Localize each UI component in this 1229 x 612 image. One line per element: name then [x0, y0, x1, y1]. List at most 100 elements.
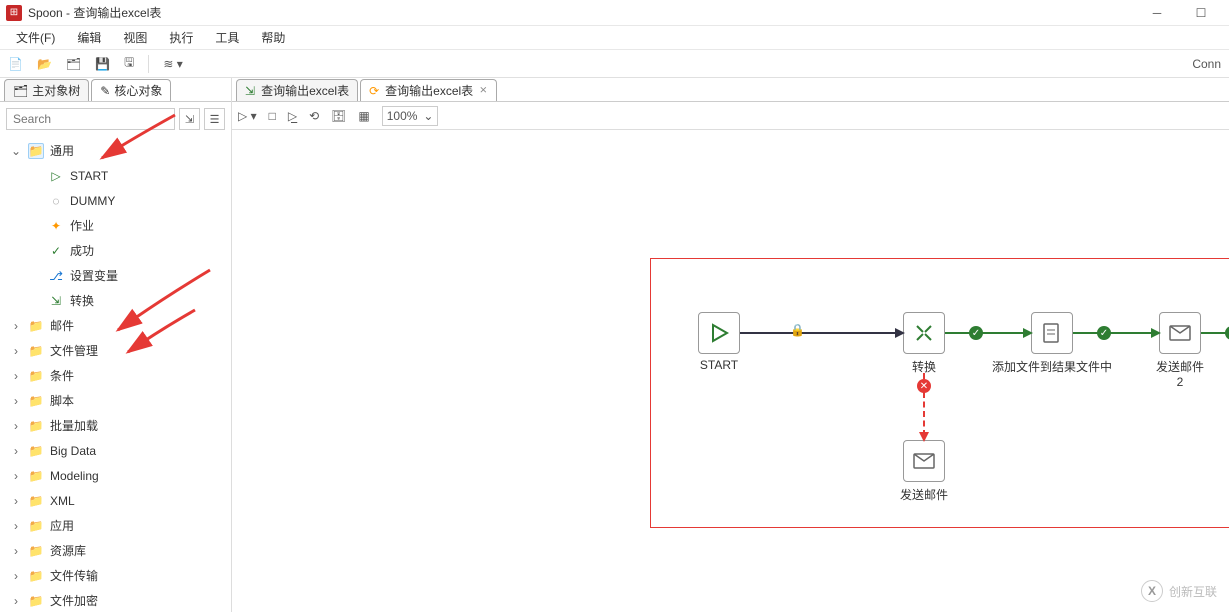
tree-item-success[interactable]: ✓ 成功 [0, 238, 231, 263]
tree-folder-general[interactable]: ⌄ 📁 通用 [0, 138, 231, 163]
tree-folder-mail[interactable]: ›📁邮件 [0, 313, 231, 338]
tree-item-transform[interactable]: ⇲ 转换 [0, 288, 231, 313]
tree-folder-bulk[interactable]: ›📁批量加载 [0, 413, 231, 438]
editor-toolbar: ▷ ▾ □ ▷̲ ⟲ 🗄 ▦ 100% ⌄ [232, 102, 1229, 130]
node-mail[interactable] [903, 440, 945, 482]
caret-down-icon: ⌄ [10, 144, 22, 158]
menu-tools[interactable]: 工具 [207, 27, 247, 48]
editor-area: ⇲ 查询输出excel表 ⟳ 查询输出excel表 ⨯ ▷ ▾ □ ▷̲ ⟲ 🗄… [232, 78, 1229, 612]
minimize-button[interactable]: ─ [1135, 2, 1179, 24]
document-icon [1042, 322, 1062, 344]
pencil-icon: ✎ [100, 84, 110, 98]
folder-icon: 📁 [28, 468, 44, 484]
stop-icon[interactable]: □ [269, 109, 276, 123]
tree-folder-cond[interactable]: ›📁条件 [0, 363, 231, 388]
check-icon: ✓ [48, 243, 64, 259]
maximize-button[interactable]: ☐ [1179, 2, 1223, 24]
error-dot-icon: ✕ [917, 379, 931, 393]
folder-icon: 📁 [28, 443, 44, 459]
save-icon[interactable]: 💾 [95, 57, 110, 71]
transform-icon: ⇲ [245, 84, 255, 98]
menu-view[interactable]: 视图 [115, 27, 155, 48]
tree-item-label: Big Data [50, 444, 96, 458]
menu-run[interactable]: 执行 [161, 27, 201, 48]
collapse-tree-button[interactable]: ☰ [204, 108, 225, 130]
flow-canvas[interactable]: START 转换 添加文件到结果文件中 发送邮件 2 成功 发送邮件 [232, 130, 1229, 612]
tree-folder-xml[interactable]: ›📁XML [0, 488, 231, 513]
tree-item-start[interactable]: ▷ START [0, 163, 231, 188]
tree-item-label: 设置变量 [70, 267, 118, 284]
grid-icon[interactable]: ▦ [358, 109, 369, 123]
tree-item-setvar[interactable]: ⎇ 设置变量 [0, 263, 231, 288]
node-mail2[interactable] [1159, 312, 1201, 354]
tree-item-label: XML [50, 494, 75, 508]
tree-item-label: 文件管理 [50, 342, 98, 359]
run-icon[interactable]: ▷ ▾ [238, 109, 257, 123]
node-addfile[interactable] [1031, 312, 1073, 354]
tree-item-label: 作业 [70, 217, 94, 234]
tab-core-objects[interactable]: ✎ 核心对象 [91, 79, 171, 101]
hop-transform-addfile[interactable] [945, 332, 1031, 334]
tree-folder-script[interactable]: ›📁脚本 [0, 388, 231, 413]
new-file-icon[interactable]: 📄 [8, 57, 23, 71]
node-mail-label: 发送邮件 [900, 486, 948, 503]
tree-item-label: 资源库 [50, 542, 86, 559]
folder-icon: 📁 [28, 493, 44, 509]
tree-item-label: 转换 [70, 292, 94, 309]
folder-icon: 📁 [28, 143, 44, 159]
tab-object-tree[interactable]: 🗂 主对象树 [4, 79, 89, 101]
caret-right-icon: › [10, 319, 22, 333]
tree-item-label: 文件加密 [50, 592, 98, 609]
arrow-icon [1023, 328, 1033, 338]
sidebar-tabs: 🗂 主对象树 ✎ 核心对象 [0, 78, 231, 102]
editor-tab-1[interactable]: ⇲ 查询输出excel表 [236, 79, 358, 101]
node-transform[interactable] [903, 312, 945, 354]
tree-folder-enc[interactable]: ›📁文件加密 [0, 588, 231, 612]
hop-addfile-mail2[interactable] [1073, 332, 1159, 334]
envelope-icon [913, 453, 935, 469]
folder-icon: 📁 [28, 568, 44, 584]
window-title: Spoon - 查询输出excel表 [28, 4, 1135, 21]
connection-label[interactable]: Conn [1192, 57, 1221, 71]
tree-item-label: 条件 [50, 367, 74, 384]
open-file-icon[interactable]: 📂 [37, 57, 52, 71]
layers-icon[interactable]: ≋ ▾ [163, 57, 182, 71]
transform-icon [913, 322, 935, 344]
close-tab-icon[interactable]: ⨯ [479, 85, 487, 96]
menu-file[interactable]: 文件(F) [8, 27, 63, 48]
variable-icon: ⎇ [48, 268, 64, 284]
explore-icon[interactable]: 🗂 [66, 57, 81, 71]
node-start[interactable] [698, 312, 740, 354]
watermark: X 创新互联 [1141, 580, 1217, 602]
tree-item-dummy[interactable]: ◌ DUMMY [0, 188, 231, 213]
envelope-icon [1169, 325, 1191, 341]
sidebar: 🗂 主对象树 ✎ 核心对象 ⇲ ☰ ⌄ 📁 通用 ▷ START [0, 78, 232, 612]
tree-folder-ftp[interactable]: ›📁文件传输 [0, 563, 231, 588]
tree-item-label: DUMMY [70, 194, 115, 208]
tree-folder-app[interactable]: ›📁应用 [0, 513, 231, 538]
editor-tab-2[interactable]: ⟳ 查询输出excel表 ⨯ [360, 79, 496, 101]
node-addfile-label: 添加文件到结果文件中 [982, 358, 1122, 375]
separator [148, 55, 149, 73]
folder-icon: 📁 [28, 518, 44, 534]
search-input[interactable] [6, 108, 175, 130]
preview-icon[interactable]: ▷̲ [288, 109, 297, 123]
lock-icon: 🔒 [790, 323, 805, 337]
menu-help[interactable]: 帮助 [253, 27, 293, 48]
debug-icon[interactable]: ⟲ [309, 109, 319, 123]
tree-folder-repo[interactable]: ›📁资源库 [0, 538, 231, 563]
tree-folder-filemgmt[interactable]: ›📁文件管理 [0, 338, 231, 363]
expand-tree-button[interactable]: ⇲ [179, 108, 200, 130]
hop-start-transform[interactable] [740, 332, 903, 334]
watermark-text: 创新互联 [1169, 583, 1217, 600]
play-icon [707, 321, 731, 345]
tree-folder-model[interactable]: ›📁Modeling [0, 463, 231, 488]
menu-edit[interactable]: 编辑 [69, 27, 109, 48]
sql-icon[interactable]: 🗄 [331, 109, 346, 123]
save-as-icon[interactable]: 🖫 [124, 53, 134, 74]
tree-item-job[interactable]: ✦ 作业 [0, 213, 231, 238]
editor-tab-2-label: 查询输出excel表 [385, 82, 473, 99]
main-toolbar: 📄 📂 🗂 💾 🖫 ≋ ▾ Conn [0, 50, 1229, 78]
zoom-select[interactable]: 100% ⌄ [382, 106, 439, 126]
tree-folder-bigdata[interactable]: ›📁Big Data [0, 438, 231, 463]
